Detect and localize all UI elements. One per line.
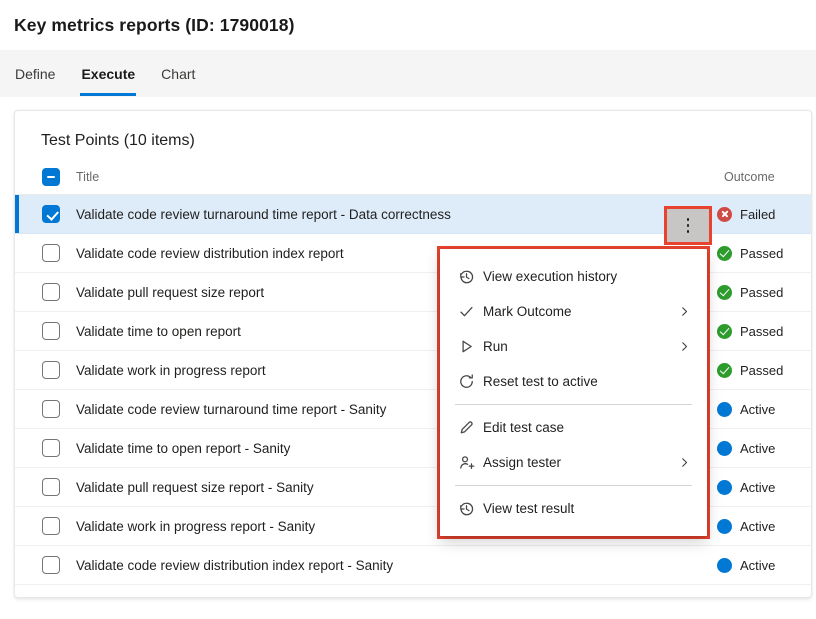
outcome-label: Active (740, 401, 776, 417)
history-icon (458, 268, 475, 285)
chevron-right-icon (678, 340, 691, 353)
failed-icon (717, 206, 732, 222)
outcome-cell: Active (717, 440, 776, 456)
column-header-title: Title (76, 169, 100, 184)
annotation-rect-button (664, 206, 712, 245)
tab-define[interactable]: Define (14, 50, 56, 97)
row-title: Validate work in progress report - Sanit… (76, 518, 316, 534)
vertical-ellipsis-icon (686, 216, 690, 235)
menu-item-run[interactable]: Run (440, 329, 707, 364)
menu-item-label: Run (483, 339, 508, 354)
outcome-label: Active (740, 440, 776, 456)
more-actions-button[interactable] (667, 209, 709, 242)
checkmark-icon (458, 303, 475, 320)
context-menu: View execution history Mark Outcome Run … (440, 249, 707, 536)
annotation-rect-menu: View execution history Mark Outcome Run … (437, 246, 710, 539)
row-checkbox[interactable] (42, 244, 60, 262)
tab-bar: Define Execute Chart (0, 50, 816, 97)
column-header-outcome: Outcome (724, 169, 775, 184)
menu-item-label: View execution history (483, 269, 618, 284)
menu-item-label: Mark Outcome (483, 304, 572, 319)
outcome-cell: Passed (717, 323, 784, 339)
tab-label: Chart (161, 65, 196, 82)
outcome-cell: Passed (717, 245, 784, 261)
outcome-cell: Active (717, 557, 776, 573)
outcome-label: Passed (740, 284, 784, 300)
passed-icon (717, 245, 732, 261)
outcome-cell: Active (717, 479, 776, 495)
active-icon (717, 518, 732, 534)
outcome-label: Active (740, 557, 776, 573)
outcome-cell: Failed (717, 206, 776, 222)
menu-item-label: View test result (483, 501, 575, 516)
row-checkbox[interactable] (42, 400, 60, 418)
row-title: Validate code review turnaround time rep… (76, 401, 387, 417)
play-icon (458, 338, 475, 355)
tab-label: Define (15, 65, 56, 82)
row-checkbox[interactable] (42, 205, 60, 223)
row-title: Validate time to open report - Sanity (76, 440, 291, 456)
row-checkbox[interactable] (42, 478, 60, 496)
select-all-checkbox[interactable] (42, 167, 60, 186)
table-row[interactable]: Validate code review distribution index … (15, 546, 811, 585)
page-title: Key metrics reports (ID: 1790018) (14, 15, 295, 35)
outcome-cell: Active (717, 401, 776, 417)
menu-item-reset-test-to-active[interactable]: Reset test to active (440, 364, 707, 399)
outcome-label: Passed (740, 362, 784, 378)
tab-execute[interactable]: Execute (80, 50, 136, 97)
tab-chart[interactable]: Chart (160, 50, 196, 97)
row-checkbox[interactable] (42, 556, 60, 574)
passed-icon (717, 284, 732, 300)
assign-tester-icon (458, 454, 475, 471)
outcome-cell: Active (717, 518, 776, 534)
active-icon (717, 557, 732, 573)
menu-item-assign-tester[interactable]: Assign tester (440, 445, 707, 480)
menu-item-label: Edit test case (483, 420, 565, 435)
row-title: Validate code review distribution index … (76, 557, 394, 573)
row-title: Validate code review turnaround time rep… (76, 206, 451, 222)
row-checkbox[interactable] (42, 283, 60, 301)
chevron-right-icon (678, 456, 691, 469)
outcome-label: Passed (740, 245, 784, 261)
test-points-heading: Test Points (10 items) (41, 132, 195, 149)
passed-icon (717, 323, 732, 339)
outcome-label: Active (740, 518, 776, 534)
row-checkbox[interactable] (42, 322, 60, 340)
outcome-label: Passed (740, 323, 784, 339)
reset-icon (458, 373, 475, 390)
menu-item-mark-outcome[interactable]: Mark Outcome (440, 294, 707, 329)
menu-item-edit-test-case[interactable]: Edit test case (440, 410, 707, 445)
table-header: Title Outcome (15, 159, 811, 195)
active-icon (717, 440, 732, 456)
menu-item-view-test-result[interactable]: View test result (440, 491, 707, 526)
edit-pencil-icon (458, 419, 475, 436)
chevron-right-icon (678, 305, 691, 318)
row-checkbox[interactable] (42, 439, 60, 457)
row-title: Validate pull request size report - Sani… (76, 479, 314, 495)
active-icon (717, 479, 732, 495)
menu-divider (455, 485, 692, 486)
outcome-cell: Passed (717, 362, 784, 378)
history-icon (458, 500, 475, 517)
row-title: Validate pull request size report (76, 284, 265, 300)
row-title: Validate work in progress report (76, 362, 266, 378)
row-checkbox[interactable] (42, 517, 60, 535)
row-title: Validate time to open report (76, 323, 241, 339)
outcome-label: Active (740, 479, 776, 495)
active-icon (717, 401, 732, 417)
row-title: Validate code review distribution index … (76, 245, 344, 261)
tab-label: Execute (81, 65, 136, 82)
menu-item-label: Reset test to active (483, 374, 598, 389)
outcome-cell: Passed (717, 284, 784, 300)
passed-icon (717, 362, 732, 378)
row-checkbox[interactable] (42, 361, 60, 379)
menu-divider (455, 404, 692, 405)
outcome-label: Failed (740, 206, 776, 222)
menu-item-view-execution-history[interactable]: View execution history (440, 259, 707, 294)
menu-item-label: Assign tester (483, 455, 562, 470)
